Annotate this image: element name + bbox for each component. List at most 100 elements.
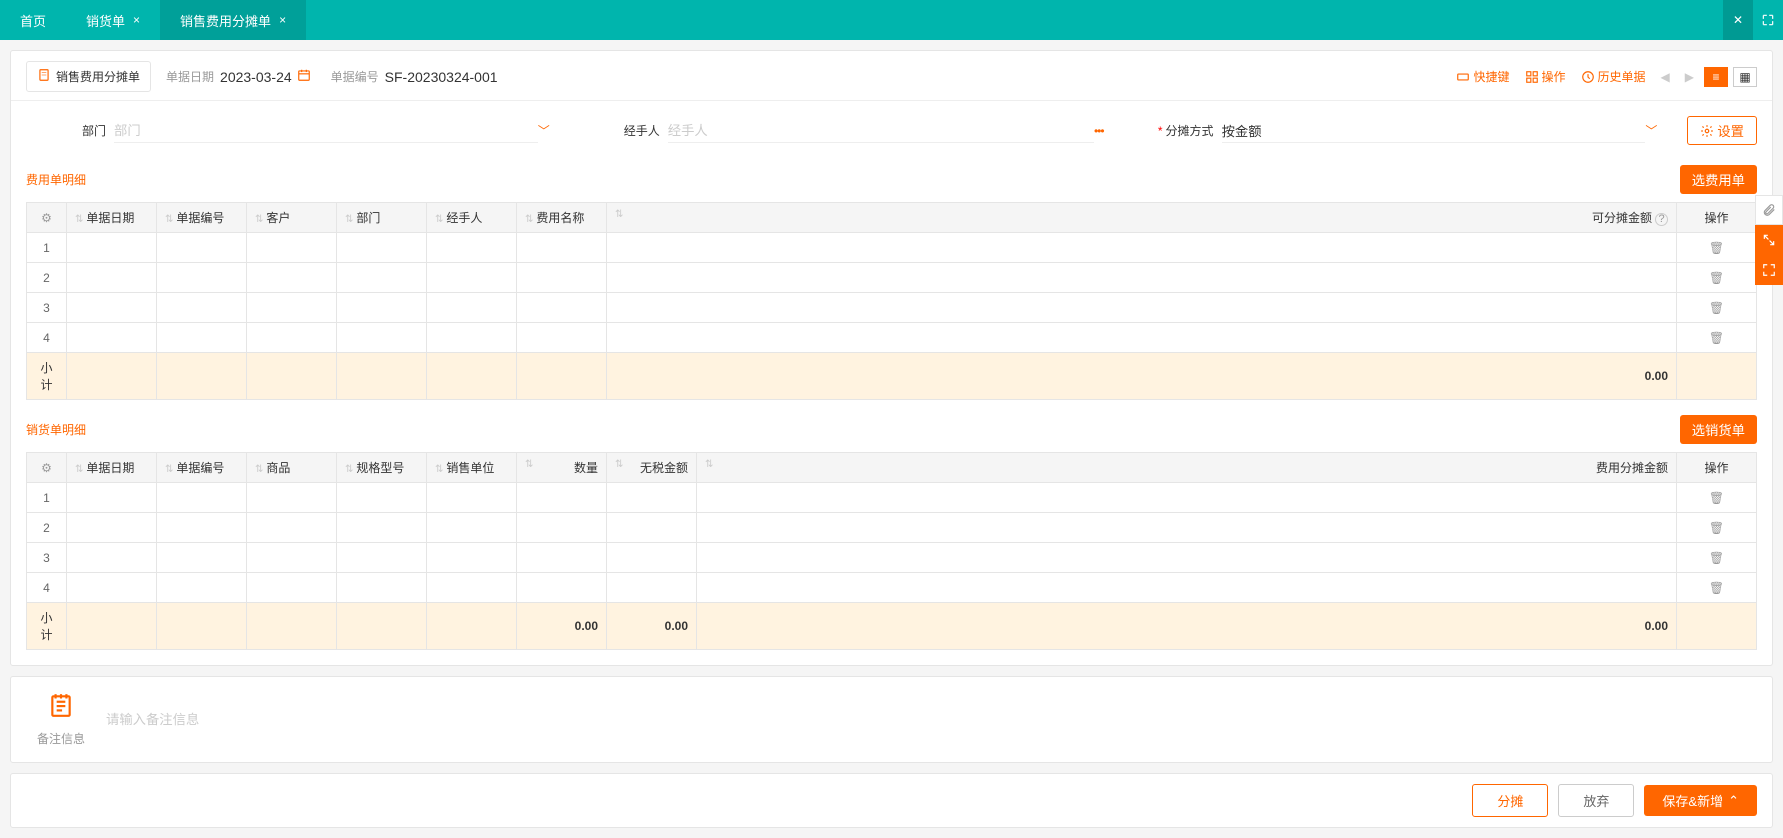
tab-label: 销售费用分摊单 xyxy=(180,11,271,30)
table-row[interactable]: 3🗑 xyxy=(27,293,1757,323)
date-label: 单据日期 xyxy=(166,68,214,85)
delete-icon[interactable]: 🗑 xyxy=(1709,551,1724,565)
alloc-total: 0.00 xyxy=(1645,619,1668,633)
main-content: 销售费用分摊单 单据日期 2023-03-24 单据编号 SF-20230324… xyxy=(10,50,1773,666)
col-handler[interactable]: 经手人 xyxy=(427,203,517,233)
col-product[interactable]: 商品 xyxy=(247,453,337,483)
col-alloc-amount[interactable]: 费用分摊金额 xyxy=(697,453,1677,483)
close-panel-icon[interactable]: ✕ xyxy=(1723,0,1753,40)
footer-bar: 分摊 放弃 保存&新增 ⌃ xyxy=(10,773,1773,828)
expense-section-title: 费用单明细 xyxy=(26,171,86,188)
table-row[interactable]: 2🗑 xyxy=(27,513,1757,543)
handler-label: 经手人 xyxy=(580,122,660,139)
next-arrow-icon[interactable]: ▶ xyxy=(1680,70,1699,84)
tab-sales-expense-alloc[interactable]: 销售费用分摊单 × xyxy=(160,0,306,40)
operation-link[interactable]: 操作 xyxy=(1520,68,1571,85)
table-row[interactable]: 4🗑 xyxy=(27,573,1757,603)
dept-label: 部门 xyxy=(26,122,106,139)
delete-icon[interactable]: 🗑 xyxy=(1709,241,1724,255)
col-amount[interactable]: 无税金额 xyxy=(607,453,697,483)
doc-title-tab[interactable]: 销售费用分摊单 xyxy=(26,61,151,92)
expense-table: ⚙ 单据日期 单据编号 客户 部门 经手人 费用名称 可分摊金额? 操作 1🗑 … xyxy=(26,202,1757,400)
col-spec[interactable]: 规格型号 xyxy=(337,453,427,483)
col-op: 操作 xyxy=(1677,203,1757,233)
alloc-button[interactable]: 分摊 xyxy=(1472,784,1548,817)
delete-icon[interactable]: 🗑 xyxy=(1709,491,1724,505)
save-new-button[interactable]: 保存&新增 ⌃ xyxy=(1644,785,1757,816)
remarks-box: 备注信息 xyxy=(10,676,1773,763)
table-row[interactable]: 2🗑 xyxy=(27,263,1757,293)
delete-icon[interactable]: 🗑 xyxy=(1709,521,1724,535)
tab-home[interactable]: 首页 xyxy=(0,0,66,40)
tab-label: 首页 xyxy=(20,11,46,30)
right-float-tools xyxy=(1755,195,1783,285)
col-alloc-amount[interactable]: 可分摊金额? xyxy=(607,203,1677,233)
tab-sales-order[interactable]: 销货单 × xyxy=(66,0,160,40)
col-qty[interactable]: 数量 xyxy=(517,453,607,483)
sales-section-header: 销货单明细 选销货单 xyxy=(11,415,1772,452)
help-icon[interactable]: ? xyxy=(1655,213,1668,226)
col-date[interactable]: 单据日期 xyxy=(67,203,157,233)
subtotal-row: 小计 0.00 xyxy=(27,353,1757,400)
fullscreen-icon[interactable] xyxy=(1753,0,1783,40)
remarks-label: 备注信息 xyxy=(37,732,85,746)
handler-input[interactable] xyxy=(668,119,1094,143)
method-label: *分摊方式 xyxy=(1134,122,1214,139)
col-dept[interactable]: 部门 xyxy=(337,203,427,233)
delete-icon[interactable]: 🗑 xyxy=(1709,271,1724,285)
select-sales-button[interactable]: 选销货单 xyxy=(1680,415,1757,444)
prev-arrow-icon[interactable]: ◀ xyxy=(1656,70,1675,84)
col-customer[interactable]: 客户 xyxy=(247,203,337,233)
col-unit[interactable]: 销售单位 xyxy=(427,453,517,483)
col-op: 操作 xyxy=(1677,453,1757,483)
table-row[interactable]: 1🗑 xyxy=(27,483,1757,513)
gear-icon[interactable]: ⚙ xyxy=(27,453,67,483)
discard-button[interactable]: 放弃 xyxy=(1558,784,1634,817)
shortcut-link[interactable]: 快捷键 xyxy=(1451,68,1514,85)
col-no[interactable]: 单据编号 xyxy=(157,453,247,483)
expand-icon[interactable] xyxy=(1755,225,1783,255)
view-list-icon[interactable]: ≡ xyxy=(1704,67,1728,87)
top-tabs-bar: 首页 销货单 × 销售费用分摊单 × ✕ xyxy=(0,0,1783,40)
chevron-down-icon[interactable]: ﹀ xyxy=(538,122,550,139)
col-fee-name[interactable]: 费用名称 xyxy=(517,203,607,233)
doc-title: 销售费用分摊单 xyxy=(56,68,140,85)
calendar-icon[interactable] xyxy=(297,68,311,85)
chevron-down-icon[interactable]: ﹀ xyxy=(1645,122,1657,139)
col-date[interactable]: 单据日期 xyxy=(67,453,157,483)
table-row[interactable]: 4🗑 xyxy=(27,323,1757,353)
close-icon[interactable]: × xyxy=(279,13,286,27)
table-row[interactable]: 3🗑 xyxy=(27,543,1757,573)
delete-icon[interactable]: 🗑 xyxy=(1709,331,1724,345)
notes-icon xyxy=(26,692,96,725)
close-icon[interactable]: × xyxy=(133,13,140,27)
date-value[interactable]: 2023-03-24 xyxy=(220,69,292,85)
subtotal-value: 0.00 xyxy=(1645,369,1668,383)
col-no[interactable]: 单据编号 xyxy=(157,203,247,233)
sales-section-title: 销货单明细 xyxy=(26,421,86,438)
expense-section-header: 费用单明细 选费用单 xyxy=(11,165,1772,202)
tab-label: 销货单 xyxy=(86,11,125,30)
settings-button[interactable]: 设置 xyxy=(1687,116,1757,145)
table-row[interactable]: 1🗑 xyxy=(27,233,1757,263)
gear-icon[interactable]: ⚙ xyxy=(27,203,67,233)
history-link[interactable]: 历史单据 xyxy=(1576,68,1651,85)
delete-icon[interactable]: 🗑 xyxy=(1709,581,1724,595)
amount-total: 0.00 xyxy=(665,619,688,633)
select-expense-button[interactable]: 选费用单 xyxy=(1680,165,1757,194)
subtotal-row: 小计 0.00 0.00 0.00 xyxy=(27,603,1757,650)
form-row: 部门 ﹀ 经手人 ••• *分摊方式 ﹀ 设置 xyxy=(11,101,1772,165)
qty-total: 0.00 xyxy=(575,619,598,633)
method-input[interactable] xyxy=(1222,119,1646,143)
dept-input[interactable] xyxy=(114,119,538,143)
subtotal-label: 小计 xyxy=(27,603,67,650)
remarks-input[interactable] xyxy=(96,692,1757,747)
ellipsis-icon[interactable]: ••• xyxy=(1094,124,1104,138)
subtotal-label: 小计 xyxy=(27,353,67,400)
doc-header-row: 销售费用分摊单 单据日期 2023-03-24 单据编号 SF-20230324… xyxy=(11,51,1772,101)
no-value: SF-20230324-001 xyxy=(385,69,498,85)
view-grid-icon[interactable]: ▦ xyxy=(1733,67,1757,87)
delete-icon[interactable]: 🗑 xyxy=(1709,301,1724,315)
expand-all-icon[interactable] xyxy=(1755,255,1783,285)
attachment-icon[interactable] xyxy=(1755,195,1783,225)
